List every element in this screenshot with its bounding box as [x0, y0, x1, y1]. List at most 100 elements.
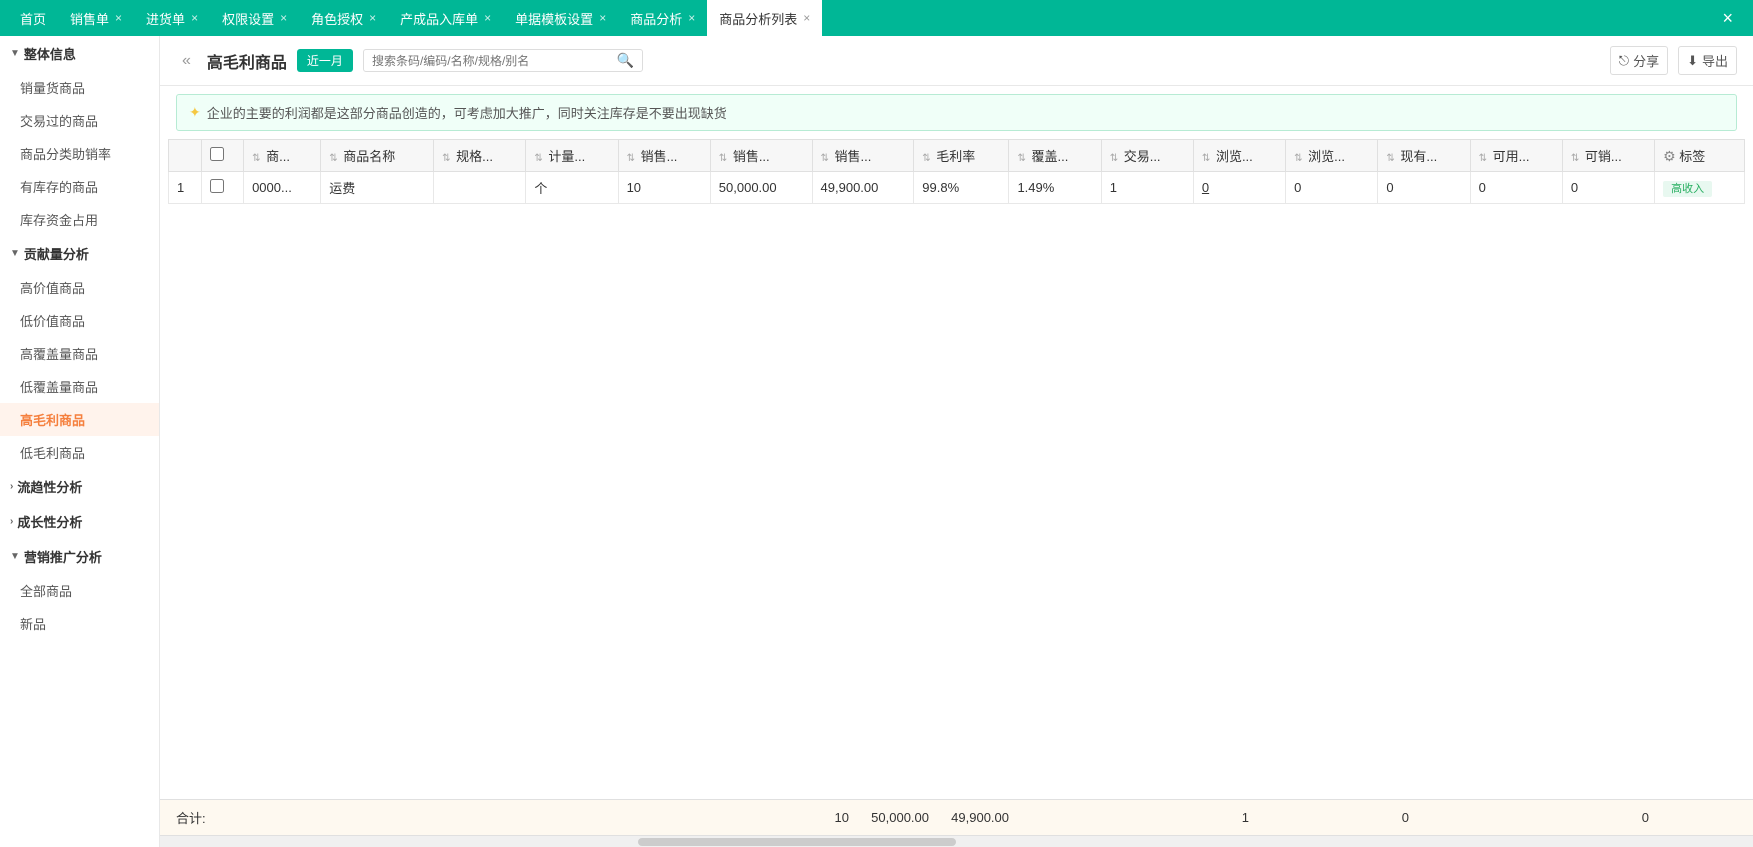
col-sales-amt[interactable]: ⇅ 销售...: [710, 140, 812, 172]
col-sales-qty[interactable]: ⇅ 销售...: [618, 140, 710, 172]
sidebar-item-sales-goods[interactable]: 销量货商品: [0, 71, 159, 104]
content-header: « 高毛利商品 近一月 🔍 ⎋ 分享 ⬇ 导出: [160, 36, 1753, 86]
sidebar-item-low-margin[interactable]: 低毛利商品: [0, 436, 159, 469]
share-button[interactable]: ⎋ 分享: [1610, 46, 1668, 75]
sidebar-item-low-value[interactable]: 低价值商品: [0, 304, 159, 337]
col-stock-saleable[interactable]: ⇅ 可销...: [1562, 140, 1654, 172]
close-permission-tab[interactable]: ×: [280, 11, 287, 25]
sidebar-section-growth[interactable]: › 成长性分析: [0, 504, 159, 539]
col-browse2[interactable]: ⇅ 浏览...: [1286, 140, 1378, 172]
col-transactions[interactable]: ⇅ 交易...: [1101, 140, 1193, 172]
footer-sales-profit: 49,900.00: [937, 810, 1017, 825]
sidebar-item-stock-capital[interactable]: 库存资金占用: [0, 203, 159, 236]
col-unit[interactable]: ⇅ 计量...: [526, 140, 618, 172]
close-purchase-tab[interactable]: ×: [191, 11, 198, 25]
top-nav: 首页 销售单 × 进货单 × 权限设置 × 角色授权 × 产成品入库单 × 单据…: [0, 0, 1753, 36]
row-gross-rate: 99.8%: [914, 172, 1009, 204]
nav-item-template[interactable]: 单据模板设置 ×: [503, 0, 618, 36]
row-checkbox[interactable]: [210, 179, 224, 193]
col-index: [169, 140, 202, 172]
col-name[interactable]: ⇅ 商品名称: [321, 140, 434, 172]
sidebar-section-marketing[interactable]: ▼ 营销推广分析: [0, 539, 159, 574]
col-coverage[interactable]: ⇅ 覆盖...: [1009, 140, 1101, 172]
close-sales-tab[interactable]: ×: [115, 11, 122, 25]
row-browse2: 0: [1286, 172, 1378, 204]
arrow-marketing: ▼: [10, 551, 20, 562]
col-sales-profit[interactable]: ⇅ 销售...: [812, 140, 914, 172]
close-product-in-tab[interactable]: ×: [484, 11, 491, 25]
horizontal-scrollbar[interactable]: [160, 835, 1753, 847]
data-table: ⇅ 商... ⇅ 商品名称 ⇅ 规格... ⇅: [168, 139, 1745, 204]
sidebar-section-contribution[interactable]: ▼ 贡献量分析: [0, 236, 159, 271]
row-tag: 高收入: [1655, 172, 1745, 204]
nav-item-role[interactable]: 角色授权 ×: [299, 0, 388, 36]
nav-item-home[interactable]: 首页: [8, 0, 58, 36]
settings-col-icon[interactable]: ⚙: [1663, 148, 1676, 164]
sort-spec-icon: ⇅: [442, 153, 450, 164]
collapse-sidebar-button[interactable]: «: [176, 50, 197, 72]
row-sales-qty: 10: [618, 172, 710, 204]
row-transactions: 1: [1101, 172, 1193, 204]
close-role-tab[interactable]: ×: [369, 11, 376, 25]
sidebar-section-flow[interactable]: › 流趋性分析: [0, 469, 159, 504]
col-gross-rate[interactable]: ⇅ 毛利率: [914, 140, 1009, 172]
col-code[interactable]: ⇅ 商...: [244, 140, 321, 172]
sort-stock-now-icon: ⇅: [1386, 153, 1394, 164]
row-sales-amt: 50,000.00: [710, 172, 812, 204]
col-stock-usable[interactable]: ⇅ 可用...: [1470, 140, 1562, 172]
close-analysis-tab[interactable]: ×: [688, 11, 695, 25]
sidebar-item-category-rate[interactable]: 商品分类助销率: [0, 137, 159, 170]
sidebar-item-high-margin[interactable]: 高毛利商品: [0, 403, 159, 436]
select-all-checkbox[interactable]: [210, 147, 224, 161]
search-icon[interactable]: 🔍: [617, 52, 634, 69]
window-close-button[interactable]: ×: [1710, 8, 1745, 29]
arrow-growth: ›: [10, 516, 13, 527]
row-stock-usable: 0: [1470, 172, 1562, 204]
nav-item-permission[interactable]: 权限设置 ×: [210, 0, 299, 36]
sidebar-item-all-goods[interactable]: 全部商品: [0, 574, 159, 607]
col-tag[interactable]: ⚙ 标签: [1655, 140, 1745, 172]
time-filter-button[interactable]: 近一月: [297, 49, 353, 72]
footer-stock-saleable: 0: [1577, 810, 1657, 825]
nav-item-analysis[interactable]: 商品分析 ×: [618, 0, 707, 36]
sidebar-item-new-goods[interactable]: 新品: [0, 607, 159, 640]
sort-coverage-icon: ⇅: [1017, 153, 1025, 164]
row-browse1[interactable]: 0: [1193, 172, 1285, 204]
row-unit: 个: [526, 172, 618, 204]
footer-browse2: 0: [1337, 810, 1417, 825]
share-icon: ⎋: [1619, 53, 1629, 69]
row-stock-now: 0: [1378, 172, 1470, 204]
close-template-tab[interactable]: ×: [599, 11, 606, 25]
sort-sales-qty-icon: ⇅: [627, 153, 635, 164]
sort-browse2-icon: ⇅: [1294, 153, 1302, 164]
sidebar: ▼ 整体信息 销量货商品 交易过的商品 商品分类助销率 有库存的商品 库存资金占…: [0, 36, 160, 847]
col-browse1[interactable]: ⇅ 浏览...: [1193, 140, 1285, 172]
sort-sales-amt-icon: ⇅: [719, 153, 727, 164]
nav-item-product-in[interactable]: 产成品入库单 ×: [388, 0, 503, 36]
col-stock-now[interactable]: ⇅ 现有...: [1378, 140, 1470, 172]
sidebar-section-overall[interactable]: ▼ 整体信息: [0, 36, 159, 71]
close-analysis-list-tab[interactable]: ×: [803, 11, 810, 25]
row-index: 1: [169, 172, 202, 204]
sidebar-item-traded-goods[interactable]: 交易过的商品: [0, 104, 159, 137]
footer-transactions: 1: [1177, 810, 1257, 825]
sidebar-item-high-coverage[interactable]: 高覆盖量商品: [0, 337, 159, 370]
info-icon: ✦: [189, 104, 201, 121]
col-spec[interactable]: ⇅ 规格...: [434, 140, 526, 172]
export-button[interactable]: ⬇ 导出: [1678, 46, 1737, 75]
sidebar-item-in-stock-goods[interactable]: 有库存的商品: [0, 170, 159, 203]
nav-item-purchase[interactable]: 进货单 ×: [134, 0, 210, 36]
footer-sales-amt: 50,000.00: [857, 810, 937, 825]
sidebar-item-high-value[interactable]: 高价值商品: [0, 271, 159, 304]
sidebar-item-low-coverage[interactable]: 低覆盖量商品: [0, 370, 159, 403]
search-input[interactable]: [372, 54, 617, 68]
nav-item-analysis-list[interactable]: 商品分析列表 ×: [707, 0, 822, 36]
arrow-contribution: ▼: [10, 248, 20, 259]
nav-item-sales[interactable]: 销售单 ×: [58, 0, 134, 36]
sort-stock-saleable-icon: ⇅: [1571, 153, 1579, 164]
row-spec: [434, 172, 526, 204]
arrow-flow: ›: [10, 481, 13, 492]
sort-name-icon: ⇅: [329, 153, 337, 164]
scrollbar-thumb[interactable]: [638, 838, 957, 846]
row-name[interactable]: 运费: [321, 172, 434, 204]
